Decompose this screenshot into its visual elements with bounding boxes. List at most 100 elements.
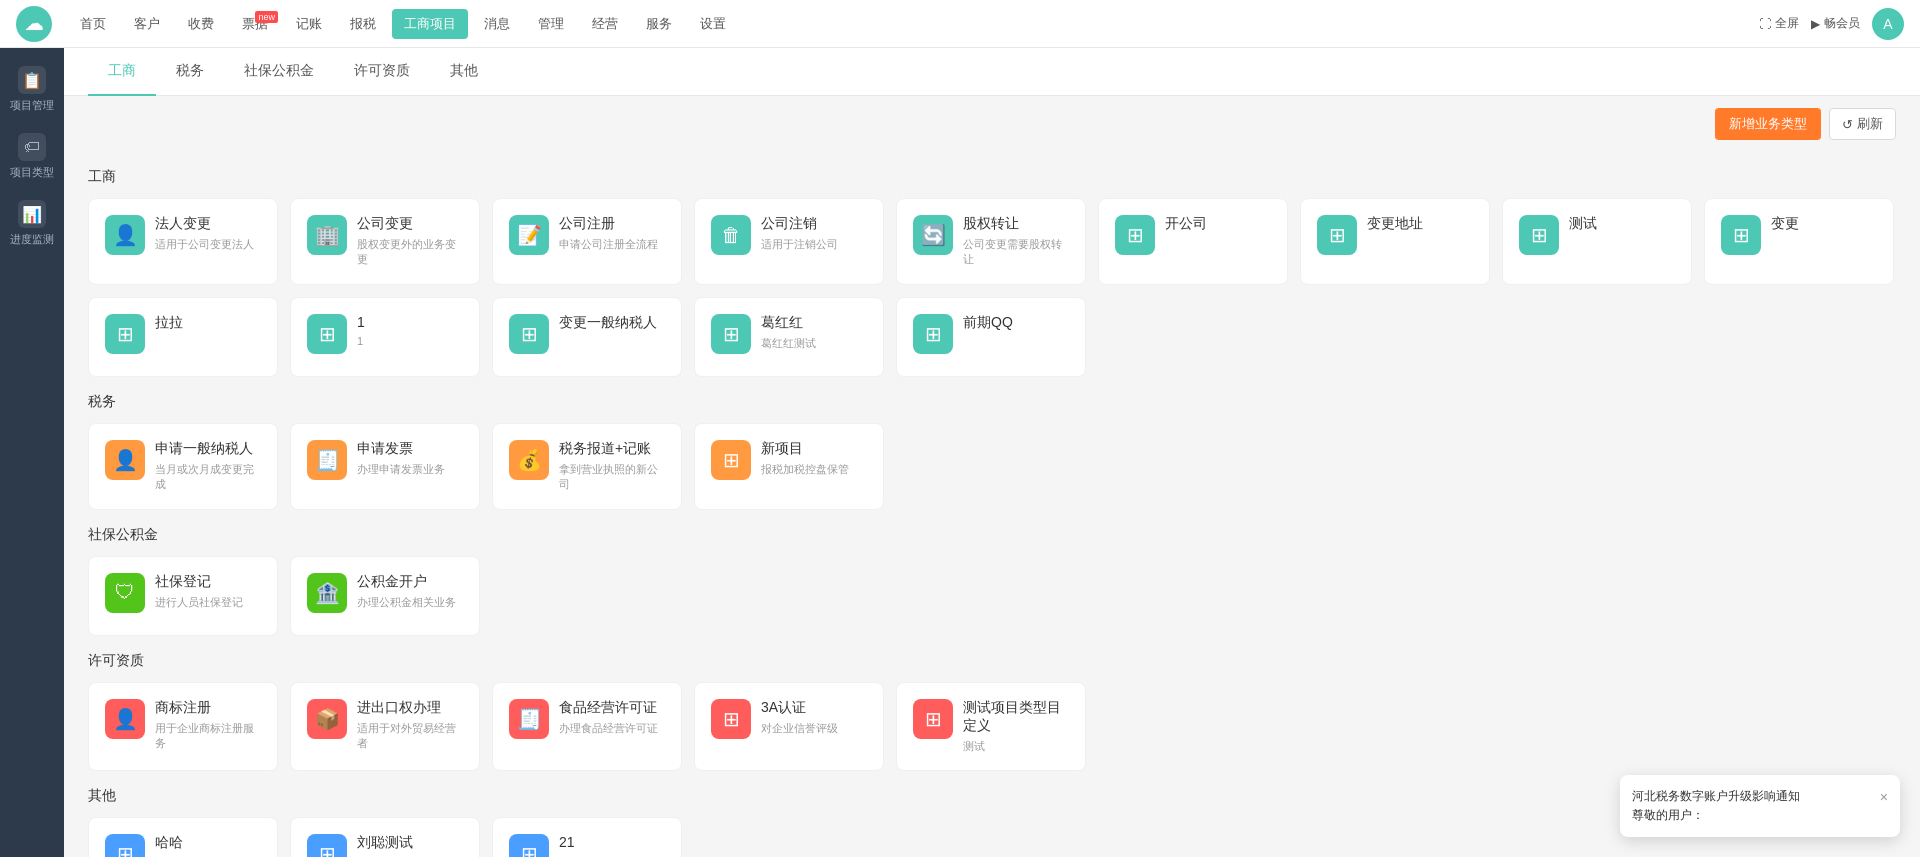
card-name: 公司注销 <box>761 215 867 233</box>
card-3A认证[interactable]: ⊞ 3A认证 对企业信誉评级 <box>694 682 884 771</box>
top-nav: ☁ 首页客户收费票据new记账报税工商项目消息管理经营服务设置 ⛶ 全屏 ▶ 畅… <box>0 0 1920 48</box>
card-icon: 🛡 <box>105 573 145 613</box>
nav-item-消息[interactable]: 消息 <box>472 9 522 39</box>
card-葛红红[interactable]: ⊞ 葛红红 葛红红测试 <box>694 297 884 377</box>
card-公司变更[interactable]: 🏢 公司变更 股权变更外的业务变更 <box>290 198 480 285</box>
tab-许可资质[interactable]: 许可资质 <box>334 48 430 96</box>
card-name: 税务报道+记账 <box>559 440 665 458</box>
card-哈哈[interactable]: ⊞ 哈哈 <box>88 817 278 857</box>
card-测试项目类型目定义[interactable]: ⊞ 测试项目类型目定义 测试 <box>896 682 1086 771</box>
card-新项目[interactable]: ⊞ 新项目 报税加税控盘保管 <box>694 423 884 510</box>
tab-税务[interactable]: 税务 <box>156 48 224 96</box>
refresh-button[interactable]: ↺ 刷新 <box>1829 108 1896 140</box>
card-申请一般纳税人[interactable]: 👤 申请一般纳税人 当月或次月成变更完成 <box>88 423 278 510</box>
sidebar-item-进度监测[interactable]: 📊 进度监测 <box>0 190 64 257</box>
nav-item-票据[interactable]: 票据new <box>230 9 280 39</box>
nav-item-服务[interactable]: 服务 <box>634 9 684 39</box>
card-name: 测试 <box>1569 215 1675 233</box>
card-desc: 拿到营业执照的新公司 <box>559 462 665 493</box>
member-btn[interactable]: ▶ 畅会员 <box>1811 15 1860 32</box>
card-info: 3A认证 对企业信誉评级 <box>761 699 867 736</box>
card-商标注册[interactable]: 👤 商标注册 用于企业商标注册服务 <box>88 682 278 771</box>
member-label: 畅会员 <box>1824 15 1860 32</box>
card-info: 前期QQ <box>963 314 1069 336</box>
card-申请发票[interactable]: 🧾 申请发票 办理申请发票业务 <box>290 423 480 510</box>
cards-grid-工商: 👤 法人变更 适用于公司变更法人 🏢 公司变更 股权变更外的业务变更 📝 公司注… <box>88 198 1896 377</box>
card-测试[interactable]: ⊞ 测试 <box>1502 198 1692 285</box>
section-title-社保公积金: 社保公积金 <box>88 526 1896 544</box>
avatar[interactable]: A <box>1872 8 1904 40</box>
content-toolbar: 新增业务类型 ↺ 刷新 <box>64 96 1920 140</box>
nav-badge-new: new <box>255 11 278 23</box>
card-info: 变更一般纳税人 <box>559 314 665 336</box>
sidebar-item-label: 项目管理 <box>10 98 54 113</box>
card-name: 申请一般纳税人 <box>155 440 261 458</box>
nav-item-经营[interactable]: 经营 <box>580 9 630 39</box>
section-title-工商: 工商 <box>88 168 1896 186</box>
card-info: 商标注册 用于企业商标注册服务 <box>155 699 261 752</box>
nav-item-记账[interactable]: 记账 <box>284 9 334 39</box>
sidebar-icon: 📊 <box>18 200 46 228</box>
member-icon: ▶ <box>1811 17 1820 31</box>
card-税务报道+记账[interactable]: 💰 税务报道+记账 拿到营业执照的新公司 <box>492 423 682 510</box>
fullscreen-btn[interactable]: ⛶ 全屏 <box>1759 15 1799 32</box>
card-刘聪测试[interactable]: ⊞ 刘聪测试 测试 <box>290 817 480 857</box>
card-info: 测试项目类型目定义 测试 <box>963 699 1069 754</box>
sidebar-item-项目管理[interactable]: 📋 项目管理 <box>0 56 64 123</box>
nav-item-工商项目[interactable]: 工商项目 <box>392 9 468 39</box>
fullscreen-icon: ⛶ <box>1759 17 1771 31</box>
notification-close[interactable]: × <box>1880 787 1888 808</box>
card-icon: ⊞ <box>1317 215 1357 255</box>
card-开公司[interactable]: ⊞ 开公司 <box>1098 198 1288 285</box>
add-type-button[interactable]: 新增业务类型 <box>1715 108 1821 140</box>
tab-工商[interactable]: 工商 <box>88 48 156 96</box>
card-公积金开户[interactable]: 🏦 公积金开户 办理公积金相关业务 <box>290 556 480 636</box>
card-拉拉[interactable]: ⊞ 拉拉 <box>88 297 278 377</box>
card-icon: ⊞ <box>711 314 751 354</box>
card-name: 变更 <box>1771 215 1877 233</box>
card-icon: ⊞ <box>913 699 953 739</box>
card-info: 申请一般纳税人 当月或次月成变更完成 <box>155 440 261 493</box>
card-desc: 对企业信誉评级 <box>761 721 867 736</box>
card-社保登记[interactable]: 🛡 社保登记 进行人员社保登记 <box>88 556 278 636</box>
card-法人变更[interactable]: 👤 法人变更 适用于公司变更法人 <box>88 198 278 285</box>
card-name: 股权转让 <box>963 215 1069 233</box>
card-食品经营许可证[interactable]: 🧾 食品经营许可证 办理食品经营许可证 <box>492 682 682 771</box>
card-股权转让[interactable]: 🔄 股权转让 公司变更需要股权转让 <box>896 198 1086 285</box>
card-icon: 📦 <box>307 699 347 739</box>
nav-item-收费[interactable]: 收费 <box>176 9 226 39</box>
card-info: 测试 <box>1569 215 1675 237</box>
card-desc: 办理公积金相关业务 <box>357 595 463 610</box>
card-name: 拉拉 <box>155 314 261 332</box>
card-name: 公积金开户 <box>357 573 463 591</box>
card-name: 法人变更 <box>155 215 261 233</box>
card-变更一般纳税人[interactable]: ⊞ 变更一般纳税人 <box>492 297 682 377</box>
tab-其他[interactable]: 其他 <box>430 48 498 96</box>
sidebar-item-项目类型[interactable]: 🏷 项目类型 <box>0 123 64 190</box>
tab-社保公积金[interactable]: 社保公积金 <box>224 48 334 96</box>
sidebar-item-label: 项目类型 <box>10 165 54 180</box>
tabs-bar: 工商税务社保公积金许可资质其他 <box>64 48 1920 96</box>
nav-item-管理[interactable]: 管理 <box>526 9 576 39</box>
card-info: 社保登记 进行人员社保登记 <box>155 573 261 610</box>
card-前期QQ[interactable]: ⊞ 前期QQ <box>896 297 1086 377</box>
notification-text: 河北税务数字账户升级影响通知 尊敬的用户： <box>1632 787 1800 825</box>
card-21[interactable]: ⊞ 21 1 <box>492 817 682 857</box>
card-icon: 👤 <box>105 699 145 739</box>
nav-item-首页[interactable]: 首页 <box>68 9 118 39</box>
card-变更[interactable]: ⊞ 变更 <box>1704 198 1894 285</box>
card-desc: 公司变更需要股权转让 <box>963 237 1069 268</box>
nav-item-报税[interactable]: 报税 <box>338 9 388 39</box>
card-变更地址[interactable]: ⊞ 变更地址 <box>1300 198 1490 285</box>
card-1[interactable]: ⊞ 1 1 <box>290 297 480 377</box>
card-进出口权办理[interactable]: 📦 进出口权办理 适用于对外贸易经营者 <box>290 682 480 771</box>
nav-item-设置[interactable]: 设置 <box>688 9 738 39</box>
nav-item-客户[interactable]: 客户 <box>122 9 172 39</box>
cards-grid-许可资质: 👤 商标注册 用于企业商标注册服务 📦 进出口权办理 适用于对外贸易经营者 🧾 … <box>88 682 1896 771</box>
card-info: 公司注册 申请公司注册全流程 <box>559 215 665 252</box>
card-name: 公司注册 <box>559 215 665 233</box>
card-公司注销[interactable]: 🗑 公司注销 适用于注销公司 <box>694 198 884 285</box>
card-公司注册[interactable]: 📝 公司注册 申请公司注册全流程 <box>492 198 682 285</box>
nav-menu: 首页客户收费票据new记账报税工商项目消息管理经营服务设置 <box>68 9 1759 39</box>
card-icon: ⊞ <box>1721 215 1761 255</box>
